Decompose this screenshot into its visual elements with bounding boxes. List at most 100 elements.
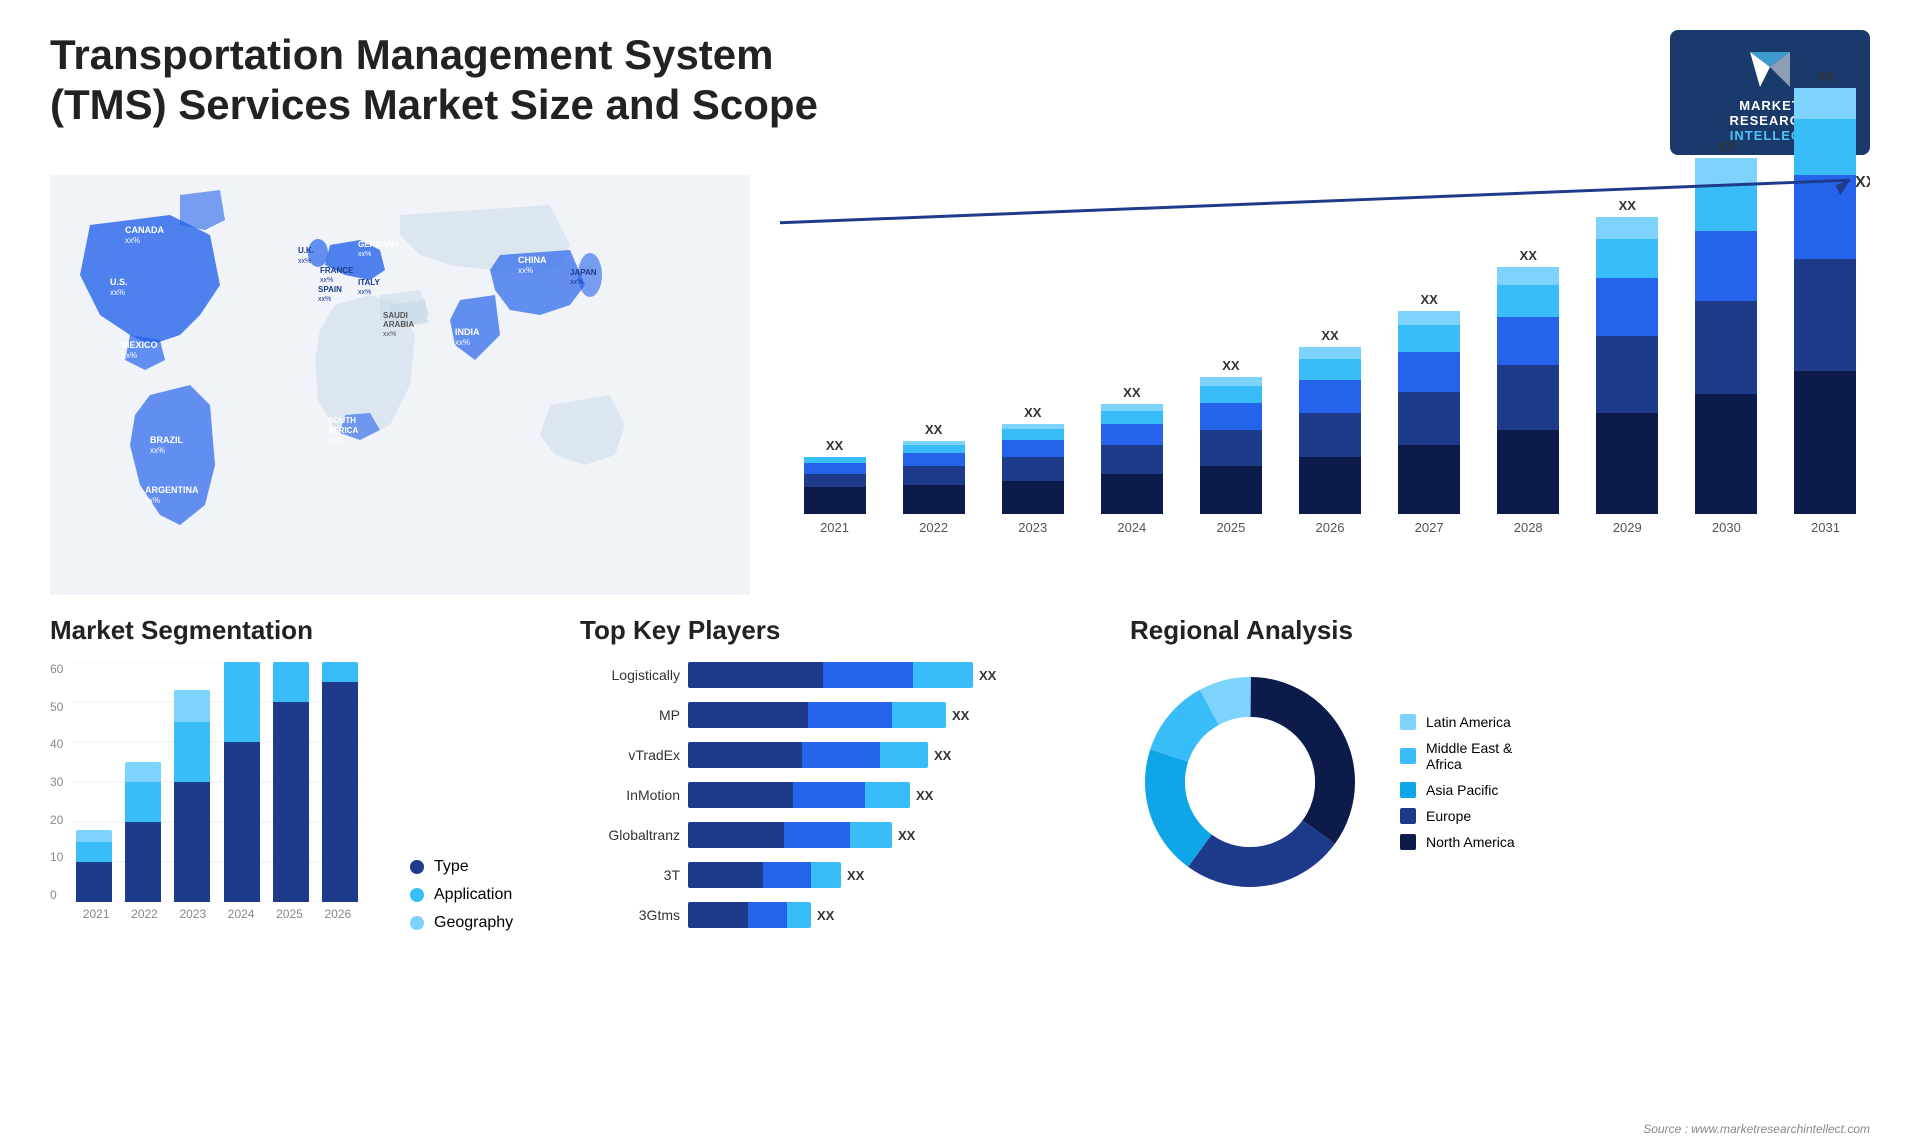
bar-segment-4 [1101,404,1163,411]
seg-stack-2025 [273,662,309,902]
players-list: LogisticallyXXMPXXvTradExXXInMotionXXGlo… [580,662,1100,936]
bar-year-2024: 2024 [1117,520,1146,535]
y-axis: 60 50 40 30 20 10 0 [50,662,70,902]
player-bar-segment-0 [688,742,802,768]
bar-segment-0 [1002,481,1064,514]
player-row-mp: MPXX [580,702,1100,728]
svg-text:xx%: xx% [145,496,160,505]
player-bar [688,742,928,768]
donut-chart-svg [1130,662,1370,902]
seg-segment [76,830,112,842]
bar-segment-1 [1497,365,1559,430]
seg-bar-2024 [220,662,264,902]
bar-group-2028: XX2028 [1484,248,1573,535]
legend-geography: Geography [410,914,513,932]
bar-stack-2022 [903,441,965,514]
bar-stack-2029 [1596,217,1658,514]
svg-text:xx%: xx% [122,351,137,360]
seg-x-labels: 202120222023202420252026 [72,907,362,921]
bar-segment-3 [1794,119,1856,175]
player-bar [688,822,892,848]
seg-segment [273,662,309,702]
legend-app-dot [410,888,424,902]
segmentation-chart-area: 60 50 40 30 20 10 0 [50,662,550,932]
player-bar-segment-2 [913,662,973,688]
seg-x-label-2023: 2023 [179,907,206,921]
legend-europe: Europe [1400,808,1515,824]
bar-value-2028: XX [1520,248,1537,263]
player-row-inmotion: InMotionXX [580,782,1100,808]
bar-year-2030: 2030 [1712,520,1741,535]
svg-text:BRAZIL: BRAZIL [150,435,183,445]
segmentation-section: Market Segmentation 60 50 40 30 20 10 0 [50,615,550,936]
bar-year-2023: 2023 [1018,520,1047,535]
svg-text:JAPAN: JAPAN [570,268,597,277]
legend-app-label: Application [434,886,512,904]
bar-value-2026: XX [1321,328,1338,343]
legend-mea-label: Middle East &Africa [1426,740,1512,772]
player-name: 3Gtms [580,907,680,923]
bar-group-2021: XX2021 [790,438,879,535]
bar-year-2026: 2026 [1316,520,1345,535]
regional-legend: Latin America Middle East &Africa Asia P… [1400,714,1515,850]
bar-segment-2 [1695,231,1757,301]
bar-segment-1 [804,474,866,487]
y-label-30: 30 [50,775,70,789]
player-bar-segment-0 [688,902,748,928]
player-bar-segment-0 [688,862,763,888]
player-value-label: XX [934,748,951,763]
bar-segment-4 [1794,88,1856,119]
bar-segment-0 [903,485,965,514]
segmentation-title: Market Segmentation [50,615,550,646]
bar-year-2029: 2029 [1613,520,1642,535]
bar-stack-2021 [804,457,866,514]
svg-text:U.S.: U.S. [110,277,128,287]
svg-text:SAUDI: SAUDI [383,311,408,320]
seg-stack-2024 [224,662,260,902]
player-row-3gtms: 3GtmsXX [580,902,1100,928]
player-bar-container: XX [688,862,1100,888]
legend-type-label: Type [434,858,469,876]
legend-middle-east-africa: Middle East &Africa [1400,740,1515,772]
svg-text:GERMANY: GERMANY [358,240,400,249]
key-players-title: Top Key Players [580,615,1100,646]
y-label-10: 10 [50,850,70,864]
header: Transportation Management System (TMS) S… [50,30,1870,155]
bar-segment-0 [804,487,866,514]
player-name: Logistically [580,667,680,683]
bar-segment-0 [1695,394,1757,514]
legend-mea-color [1400,748,1416,764]
legend-north-america: North America [1400,834,1515,850]
player-bar-segment-2 [880,742,928,768]
trend-arrow: XX [780,175,1870,225]
bar-stack-2023 [1002,424,1064,514]
player-bar-container: XX [688,822,1100,848]
bar-segment-2 [1002,440,1064,457]
bar-segment-3 [903,445,965,453]
bar-segment-2 [1596,278,1658,336]
bar-group-2024: XX2024 [1087,385,1176,535]
bar-year-2027: 2027 [1415,520,1444,535]
bar-segment-1 [1299,413,1361,457]
bar-group-2029: XX2029 [1583,198,1672,535]
svg-text:AFRICA: AFRICA [328,426,358,435]
player-name: vTradEx [580,747,680,763]
bar-chart-section: XX XX2021XX2022XX2023XX2024XX2025XX2026X… [780,175,1870,595]
seg-segment [125,782,161,822]
svg-text:xx%: xx% [150,446,165,455]
bar-stack-2028 [1497,267,1559,514]
bar-segment-1 [1596,336,1658,413]
svg-text:ITALY: ITALY [358,278,380,287]
bar-year-2022: 2022 [919,520,948,535]
main-title: Transportation Management System (TMS) S… [50,30,850,131]
y-label-40: 40 [50,737,70,751]
seg-segment [224,742,260,902]
bar-stack-2025 [1200,377,1262,514]
bar-segment-3 [1497,285,1559,317]
top-row: CANADA xx% U.S. xx% MEXICO xx% BRAZIL xx… [50,175,1870,595]
seg-segment [273,702,309,902]
seg-x-label-2024: 2024 [228,907,255,921]
seg-bar-2022 [121,662,165,902]
legend-latin-america: Latin America [1400,714,1515,730]
svg-text:SPAIN: SPAIN [318,285,342,294]
